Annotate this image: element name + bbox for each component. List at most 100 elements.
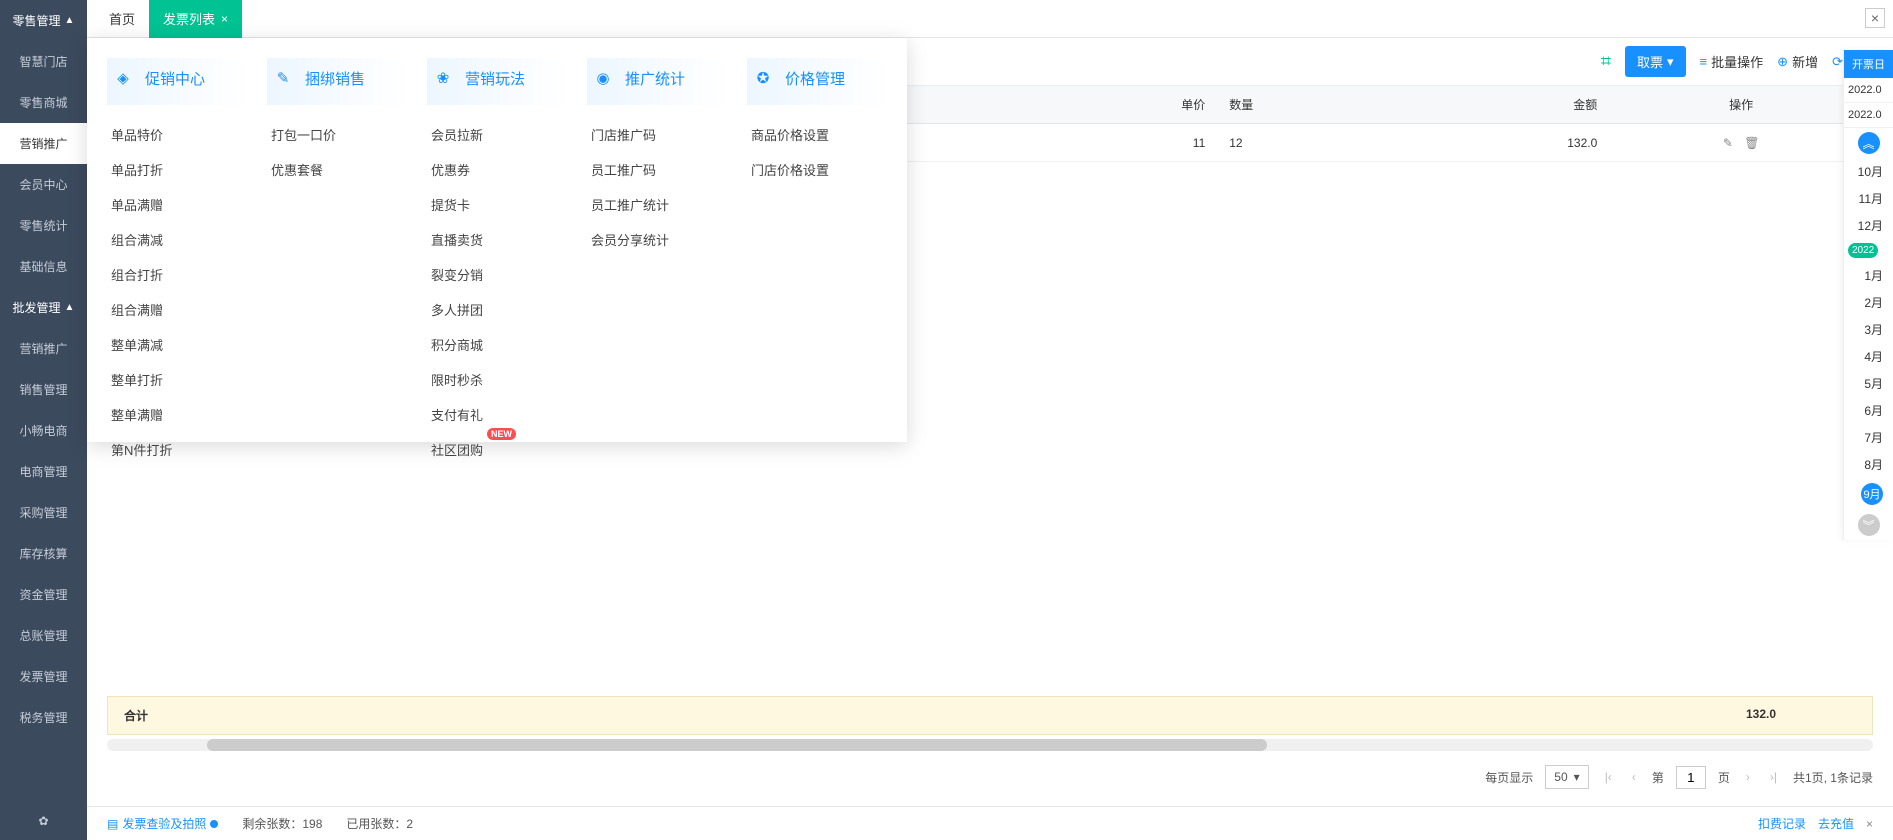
mega-item[interactable]: 多人拼团	[427, 292, 567, 327]
sidebar-item-ledger[interactable]: 总账管理	[0, 615, 87, 656]
sidebar-item-marketing[interactable]: 营销推广	[0, 123, 87, 164]
mega-head-promotion: ◈ 促销中心	[107, 58, 247, 105]
timeline-month[interactable]: 2月	[1844, 289, 1893, 316]
sidebar-item-retailstats[interactable]: 零售统计	[0, 205, 87, 246]
get-invoice-button[interactable]: 取票 ▾	[1625, 46, 1686, 77]
tab-invoice-list[interactable]: 发票列表 ×	[149, 0, 242, 38]
sidebar-item-funds[interactable]: 资金管理	[0, 574, 87, 615]
mega-item[interactable]: 积分商城	[427, 327, 567, 362]
doc-icon: ▤	[107, 817, 118, 831]
cell-qty: 12	[1217, 124, 1401, 162]
sidebar-item-inventory[interactable]: 库存核算	[0, 533, 87, 574]
mega-item[interactable]: 单品特价	[107, 117, 247, 152]
mega-item[interactable]: 员工推广码	[587, 152, 727, 187]
mega-item[interactable]: 裂变分销	[427, 257, 567, 292]
sidebar-item-invoice[interactable]: 发票管理	[0, 656, 87, 697]
mega-item[interactable]: 限时秒杀	[427, 362, 567, 397]
sidebar-group-retail[interactable]: 零售管理 ▲	[0, 0, 87, 41]
mega-item[interactable]: 社区团购NEW	[427, 432, 567, 467]
next-page-button[interactable]: ›	[1742, 770, 1754, 784]
sidebar-item-member[interactable]: 会员中心	[0, 164, 87, 205]
mega-item[interactable]: 整单打折	[107, 362, 247, 397]
total-row: 合计 132.0	[107, 696, 1873, 735]
timeline-month[interactable]: 10月	[1844, 158, 1893, 185]
mega-item[interactable]: 组合满减	[107, 222, 247, 257]
tab-label: 发票列表	[163, 9, 215, 28]
col-amount[interactable]: 金额	[1402, 86, 1610, 124]
play-icon: ❀	[431, 66, 455, 90]
scroll-down-icon[interactable]: ︾	[1858, 514, 1880, 536]
verify-link[interactable]: ▤ 发票查验及拍照	[107, 815, 218, 832]
mega-item[interactable]: 单品满赠	[107, 187, 247, 222]
mega-col-bundle: ✎ 捆绑销售 打包一口价优惠套餐	[257, 58, 417, 422]
sidebar-item-ecom-mgmt[interactable]: 电商管理	[0, 451, 87, 492]
sidebar-item-baseinfo[interactable]: 基础信息	[0, 246, 87, 287]
close-icon[interactable]: ×	[221, 12, 228, 26]
mega-item[interactable]: 商品价格设置	[747, 117, 887, 152]
mega-item[interactable]: 直播卖货	[427, 222, 567, 257]
timeline-month[interactable]: 4月	[1844, 343, 1893, 370]
sidebar-group-wholesale[interactable]: 批发管理 ▲	[0, 287, 87, 328]
delete-icon[interactable]: 🗑	[1744, 136, 1759, 150]
mega-head-stats: ◉ 推广统计	[587, 58, 727, 105]
mega-item[interactable]: 整单满赠	[107, 397, 247, 432]
tab-home[interactable]: 首页	[95, 0, 149, 38]
add-button[interactable]: ⊕新增	[1777, 52, 1818, 71]
sidebar-item-ecom[interactable]: 小畅电商	[0, 410, 87, 451]
sidebar-item-smartstore[interactable]: 智慧门店	[0, 41, 87, 82]
col-price[interactable]: 单价	[1033, 86, 1217, 124]
edit-icon[interactable]: ✎	[1723, 136, 1733, 150]
horizontal-scrollbar[interactable]	[107, 739, 1873, 751]
sidebar-item-tax[interactable]: 税务管理	[0, 697, 87, 738]
timeline-month[interactable]: 5月	[1844, 370, 1893, 397]
sidebar-item-retailmall[interactable]: 零售商城	[0, 82, 87, 123]
timeline-month[interactable]: 7月	[1844, 424, 1893, 451]
sidebar-item-ws-marketing[interactable]: 营销推广	[0, 328, 87, 369]
caret-up-icon: ▲	[65, 302, 75, 313]
first-page-button[interactable]: |‹	[1601, 770, 1616, 784]
recharge-link[interactable]: 去充值	[1818, 815, 1854, 832]
timeline-date[interactable]: 2022.0	[1844, 103, 1893, 128]
per-page-value: 50	[1554, 770, 1567, 784]
mega-item[interactable]: 会员拉新	[427, 117, 567, 152]
timeline-month[interactable]: 1月	[1844, 262, 1893, 289]
mega-item[interactable]: 整单满减	[107, 327, 247, 362]
sidebar-item-purchase[interactable]: 采购管理	[0, 492, 87, 533]
mega-item[interactable]: 组合打折	[107, 257, 247, 292]
mega-item[interactable]: 单品打折	[107, 152, 247, 187]
close-footer-icon[interactable]: ×	[1866, 817, 1873, 831]
col-qty[interactable]: 数量	[1217, 86, 1401, 124]
per-page-select[interactable]: 50 ▾	[1545, 765, 1588, 789]
timeline-date[interactable]: 2022.0	[1844, 78, 1893, 103]
page-input[interactable]	[1676, 766, 1706, 789]
mega-item[interactable]: 支付有礼	[427, 397, 567, 432]
mega-item[interactable]: 会员分享统计	[587, 222, 727, 257]
batch-button[interactable]: ≡批量操作	[1700, 52, 1764, 71]
mega-item[interactable]: 优惠券	[427, 152, 567, 187]
mega-item[interactable]: 门店价格设置	[747, 152, 887, 187]
timeline-header[interactable]: 开票日	[1844, 50, 1893, 78]
timeline-month[interactable]: 6月	[1844, 397, 1893, 424]
settings-icon[interactable]: ✿	[0, 802, 87, 840]
timeline-month[interactable]: 3月	[1844, 316, 1893, 343]
timeline-month[interactable]: 8月	[1844, 451, 1893, 478]
last-page-button[interactable]: ›|	[1766, 770, 1781, 784]
mega-item[interactable]: 打包一口价	[267, 117, 407, 152]
mega-item[interactable]: 优惠套餐	[267, 152, 407, 187]
mega-item[interactable]: 组合满赠	[107, 292, 247, 327]
mega-item[interactable]: 员工推广统计	[587, 187, 727, 222]
qr-icon[interactable]: ⌗	[1601, 51, 1611, 72]
prev-page-button[interactable]: ‹	[1628, 770, 1640, 784]
scroll-up-icon[interactable]: ︽	[1858, 132, 1880, 154]
sidebar-group-label: 零售管理	[13, 12, 61, 29]
timeline-month[interactable]: 9月	[1844, 478, 1893, 510]
deduct-link[interactable]: 扣费记录	[1758, 815, 1806, 832]
sidebar-item-ws-sales[interactable]: 销售管理	[0, 369, 87, 410]
mega-item[interactable]: 提货卡	[427, 187, 567, 222]
timeline-month[interactable]: 11月	[1844, 185, 1893, 212]
mega-item[interactable]: 第N件打折	[107, 432, 247, 467]
timeline-month[interactable]: 12月	[1844, 212, 1893, 239]
close-all-tabs-button[interactable]: ×	[1865, 8, 1885, 28]
scrollbar-thumb[interactable]	[207, 739, 1267, 751]
mega-item[interactable]: 门店推广码	[587, 117, 727, 152]
